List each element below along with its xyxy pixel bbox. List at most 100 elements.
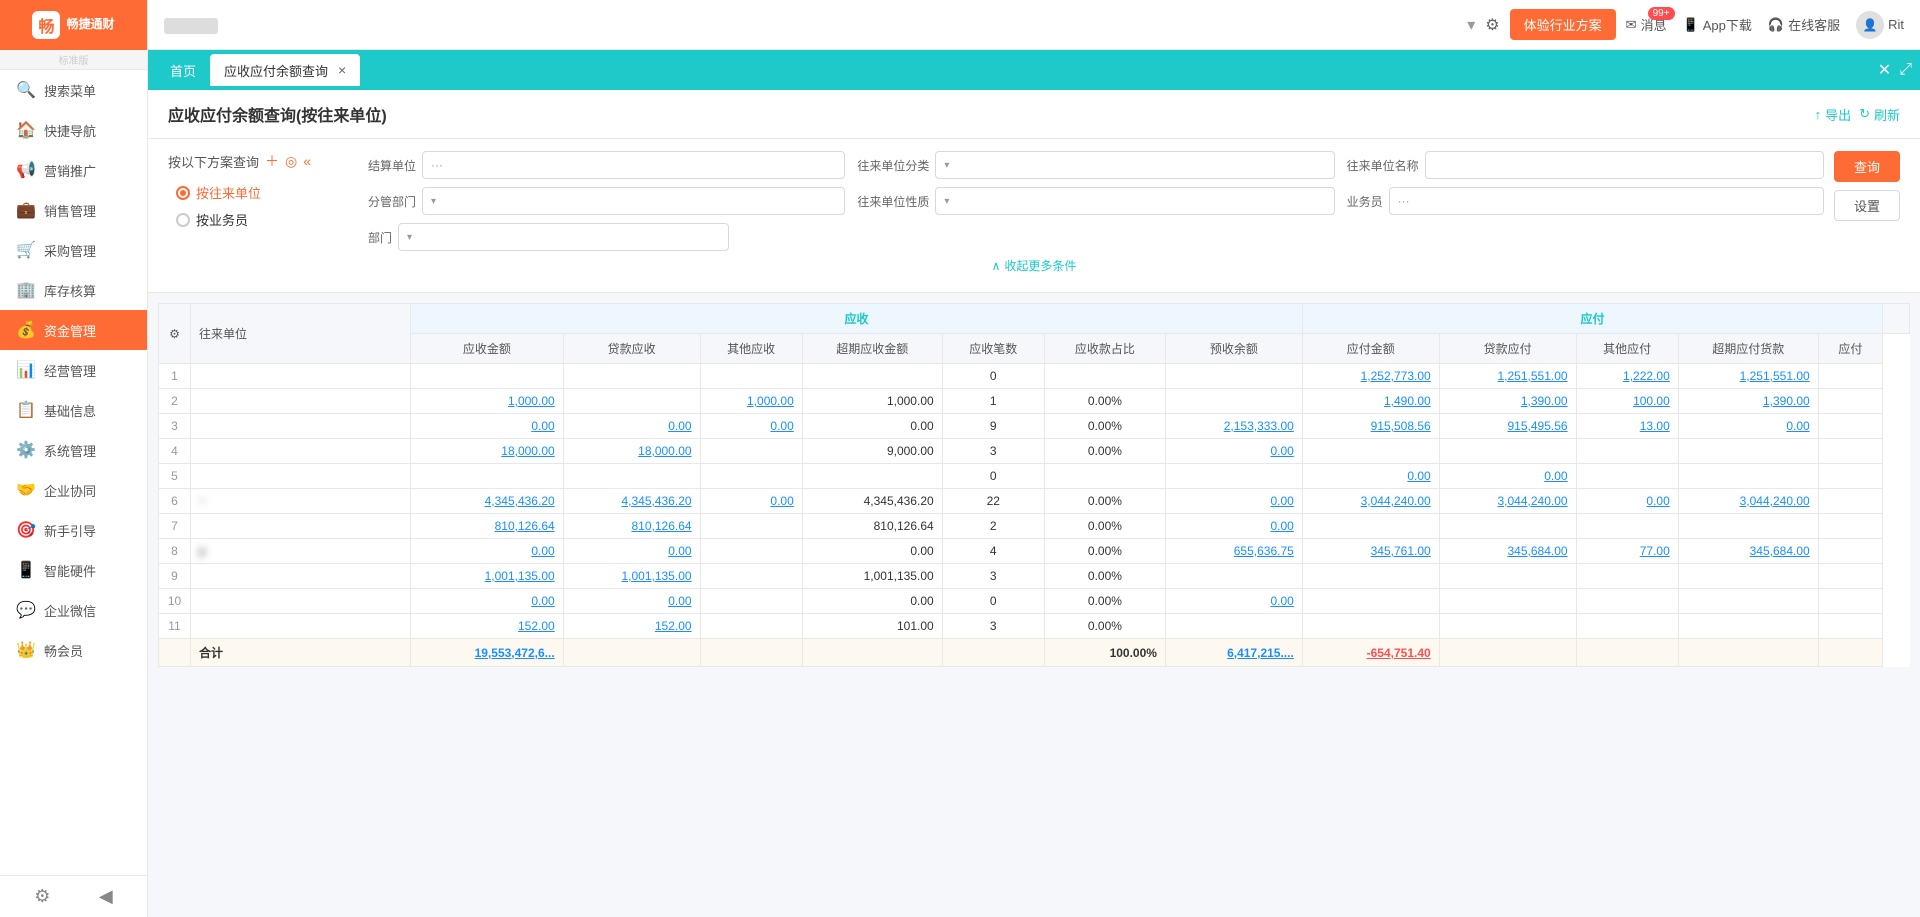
cell-loan_payable[interactable]: 915,495.56 <box>1439 414 1576 439</box>
staff-input[interactable]: ··· <box>1389 187 1824 215</box>
cell-prepay_balance[interactable] <box>1165 389 1302 414</box>
sidebar-item-sales[interactable]: 💼 销售管理 <box>0 190 147 230</box>
filter-add-icon[interactable]: ＋ <box>265 151 279 171</box>
sidebar-item-smart[interactable]: 📱 智能硬件 <box>0 550 147 590</box>
cell-loan_receivable[interactable]: 0.00 <box>563 539 700 564</box>
cell-other_receivable[interactable] <box>700 439 802 464</box>
sidebar-item-wechat[interactable]: 💬 企业微信 <box>0 590 147 630</box>
cell-prepay_balance[interactable]: 2,153,333.00 <box>1165 414 1302 439</box>
collapse-button[interactable]: ∧ 收起更多条件 <box>992 257 1077 274</box>
cell-other_payable[interactable]: 1,222.00 <box>1576 364 1678 389</box>
cell-payable_amount[interactable] <box>1302 564 1439 589</box>
cell-loan_payable[interactable] <box>1439 614 1576 639</box>
cell-receivable_amount[interactable]: 0.00 <box>411 414 564 439</box>
cell-receivable_amount[interactable]: 18,000.00 <box>411 439 564 464</box>
cell-other_receivable[interactable] <box>700 614 802 639</box>
cell-receivable_amount[interactable]: 1,001,135.00 <box>411 564 564 589</box>
filter-collapse-icon[interactable]: « <box>303 153 311 169</box>
query-button[interactable]: 查询 <box>1834 151 1900 182</box>
cell-other_payable[interactable]: 13.00 <box>1576 414 1678 439</box>
cell-prepay_balance[interactable]: 0.00 <box>1165 589 1302 614</box>
cell-receivable_amount[interactable] <box>411 464 564 489</box>
cell-prepay_balance[interactable]: 0.00 <box>1165 489 1302 514</box>
sidebar-item-quicknav[interactable]: 🏠 快捷导航 <box>0 110 147 150</box>
cell-loan_payable[interactable] <box>1439 589 1576 614</box>
cell-loan_receivable[interactable]: 18,000.00 <box>563 439 700 464</box>
cell-other_receivable[interactable]: 0.00 <box>700 489 802 514</box>
gear-icon[interactable]: ⚙ <box>169 327 180 341</box>
cell-loan_receivable[interactable]: 1,001,135.00 <box>563 564 700 589</box>
cell-other_payable[interactable] <box>1576 464 1678 489</box>
cell-payable_amount[interactable] <box>1302 439 1439 464</box>
cell-prepay_balance[interactable] <box>1165 464 1302 489</box>
settings-gear-icon[interactable]: ⚙ <box>1485 15 1499 35</box>
cell-receivable_amount[interactable]: 0.00 <box>411 589 564 614</box>
cell-loan_payable[interactable]: 3,044,240.00 <box>1439 489 1576 514</box>
message-button[interactable]: ✉ 消息 99+ <box>1626 15 1667 34</box>
sidebar-settings-btn[interactable]: ⚙ <box>34 886 50 907</box>
tab-expand-icon[interactable]: ⤢ <box>1899 61 1912 79</box>
cell-overdue_payable[interactable]: 0.00 <box>1678 414 1818 439</box>
breadcrumb-dropdown-btn[interactable]: ▾ <box>1467 15 1475 35</box>
sidebar-item-search[interactable]: 🔍 搜索菜单 <box>0 70 147 110</box>
tab-home[interactable]: 首页 <box>156 61 210 80</box>
cell-prepay_balance[interactable] <box>1165 364 1302 389</box>
sidebar-item-finance[interactable]: 💰 资金管理 <box>0 310 147 350</box>
sidebar-item-basics[interactable]: 📋 基础信息 <box>0 390 147 430</box>
cell-other_receivable[interactable] <box>700 514 802 539</box>
tab-close-icon[interactable]: × <box>338 62 346 78</box>
cell-overdue_payable[interactable] <box>1678 589 1818 614</box>
cell-prepay_balance[interactable] <box>1165 564 1302 589</box>
sidebar-item-marketing[interactable]: 📢 营销推广 <box>0 150 147 190</box>
cell-loan_payable[interactable]: 1,390.00 <box>1439 389 1576 414</box>
sidebar-item-purchase[interactable]: 🛒 采购管理 <box>0 230 147 270</box>
cell-other_receivable[interactable] <box>700 539 802 564</box>
cell-prepay_balance[interactable] <box>1165 614 1302 639</box>
cell-prepay_balance[interactable]: 655,636.75 <box>1165 539 1302 564</box>
cell-prepay_balance[interactable]: 0.00 <box>1165 439 1302 464</box>
cell-other_payable[interactable] <box>1576 589 1678 614</box>
cell-overdue_payable[interactable]: 1,251,551.00 <box>1678 364 1818 389</box>
user-menu[interactable]: 👤 Rit <box>1856 11 1904 39</box>
sidebar-item-member[interactable]: 👑 畅会员 <box>0 630 147 670</box>
filter-by-partner[interactable]: 按往来单位 <box>168 179 368 206</box>
cell-overdue_payable[interactable]: 345,684.00 <box>1678 539 1818 564</box>
sidebar-item-guide[interactable]: 🎯 新手引导 <box>0 510 147 550</box>
cell-other_payable[interactable] <box>1576 439 1678 464</box>
partner-category-input[interactable]: ▾ <box>935 151 1334 179</box>
cell-prepay_balance[interactable]: 0.00 <box>1165 514 1302 539</box>
cell-loan_receivable[interactable]: 4,345,436.20 <box>563 489 700 514</box>
settlement-input[interactable]: ··· <box>422 151 845 179</box>
filter-by-staff[interactable]: 按业务员 <box>168 206 368 233</box>
cell-payable_amount[interactable]: 915,508.56 <box>1302 414 1439 439</box>
cell-other_payable[interactable]: 77.00 <box>1576 539 1678 564</box>
cell-loan_payable[interactable] <box>1439 514 1576 539</box>
cell-loan_payable[interactable]: 1,251,551.00 <box>1439 364 1576 389</box>
cell-receivable_amount[interactable]: 152.00 <box>411 614 564 639</box>
cell-loan_receivable[interactable] <box>563 389 700 414</box>
sidebar-item-collab[interactable]: 🤝 企业协同 <box>0 470 147 510</box>
cell-loan_payable[interactable]: 0.00 <box>1439 464 1576 489</box>
cell-overdue_payable[interactable] <box>1678 614 1818 639</box>
partner-name-input[interactable] <box>1425 151 1824 179</box>
cell-receivable_amount[interactable]: 0.00 <box>411 539 564 564</box>
refresh-button[interactable]: ↻ 刷新 <box>1859 105 1900 124</box>
cell-payable_amount[interactable]: 345,761.00 <box>1302 539 1439 564</box>
cell-other_receivable[interactable] <box>700 364 802 389</box>
cell-other_payable[interactable] <box>1576 614 1678 639</box>
sidebar-item-system[interactable]: ⚙️ 系统管理 <box>0 430 147 470</box>
cell-receivable_amount[interactable]: 810,126.64 <box>411 514 564 539</box>
cell-payable_amount[interactable] <box>1302 614 1439 639</box>
cell-payable_amount[interactable]: 1,490.00 <box>1302 389 1439 414</box>
cell-loan_payable[interactable] <box>1439 439 1576 464</box>
cell-loan_payable[interactable] <box>1439 564 1576 589</box>
cell-loan_receivable[interactable]: 152.00 <box>563 614 700 639</box>
export-button[interactable]: ↑ 导出 <box>1815 105 1852 124</box>
partner-nature-input[interactable]: ▾ <box>935 187 1334 215</box>
cell-overdue_payable[interactable]: 3,044,240.00 <box>1678 489 1818 514</box>
cell-payable_amount[interactable]: 0.00 <box>1302 464 1439 489</box>
cell-receivable_amount[interactable]: 1,000.00 <box>411 389 564 414</box>
cell-loan_payable[interactable]: 345,684.00 <box>1439 539 1576 564</box>
cell-other_receivable[interactable] <box>700 564 802 589</box>
cell-payable_amount[interactable]: 3,044,240.00 <box>1302 489 1439 514</box>
